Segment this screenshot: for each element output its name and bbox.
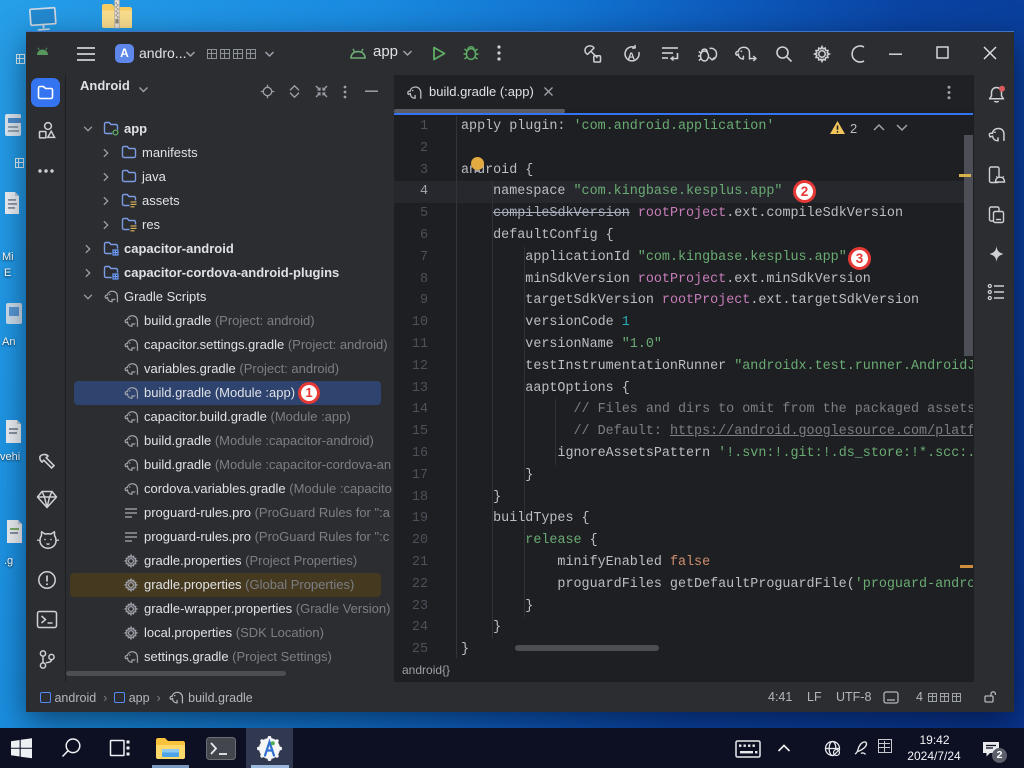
svg-text:A: A <box>628 51 636 63</box>
